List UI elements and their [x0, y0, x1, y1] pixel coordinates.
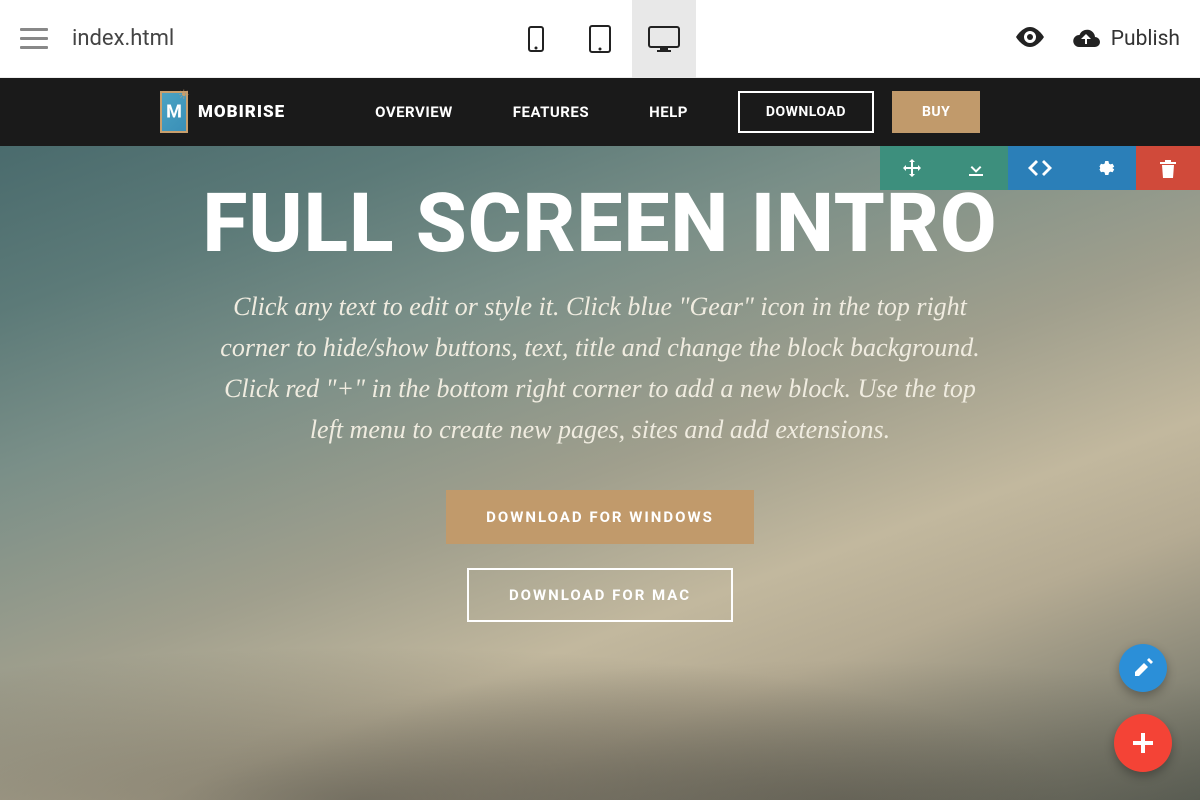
publish-button[interactable]: Publish — [1073, 27, 1180, 51]
app-toolbar: index.html Publish — [0, 0, 1200, 78]
nav-link-help[interactable]: HELP — [619, 103, 718, 121]
nav-download-button[interactable]: DOWNLOAD — [738, 91, 874, 133]
mobile-view-icon[interactable] — [504, 0, 568, 78]
gear-icon[interactable] — [1072, 146, 1136, 190]
delete-block-icon[interactable] — [1136, 146, 1200, 190]
filename[interactable]: index.html — [72, 26, 174, 51]
logo-text: MOBIRISE — [198, 102, 285, 122]
editor-canvas: MOBIRISE OVERVIEW FEATURES HELP DOWNLOAD… — [0, 78, 1200, 800]
add-block-fab-icon[interactable] — [1114, 714, 1172, 772]
menu-icon[interactable] — [20, 28, 48, 49]
hero-block[interactable]: FULL SCREEN INTRO Click any text to edit… — [0, 146, 1200, 800]
block-toolbar — [880, 146, 1200, 190]
nav-buy-button[interactable]: BUY — [892, 91, 980, 133]
code-block-icon[interactable] — [1008, 146, 1072, 190]
site-navbar: MOBIRISE OVERVIEW FEATURES HELP DOWNLOAD… — [0, 78, 1200, 146]
desktop-view-icon[interactable] — [632, 0, 696, 78]
nav-link-features[interactable]: FEATURES — [483, 103, 619, 121]
logo-icon — [160, 91, 188, 133]
hero-title[interactable]: FULL SCREEN INTRO — [202, 186, 997, 264]
tablet-view-icon[interactable] — [568, 0, 632, 78]
device-switcher — [504, 0, 696, 78]
download-windows-button[interactable]: DOWNLOAD FOR WINDOWS — [446, 490, 754, 544]
download-mac-button[interactable]: DOWNLOAD FOR MAC — [467, 568, 733, 622]
publish-label: Publish — [1111, 27, 1180, 51]
move-block-icon[interactable] — [880, 146, 944, 190]
preview-icon[interactable] — [1015, 27, 1045, 51]
edit-fab-icon[interactable] — [1119, 644, 1167, 692]
site-logo[interactable]: MOBIRISE — [160, 91, 285, 133]
hero-subtitle[interactable]: Click any text to edit or style it. Clic… — [220, 286, 980, 450]
nav-link-overview[interactable]: OVERVIEW — [345, 103, 483, 121]
save-block-icon[interactable] — [944, 146, 1008, 190]
